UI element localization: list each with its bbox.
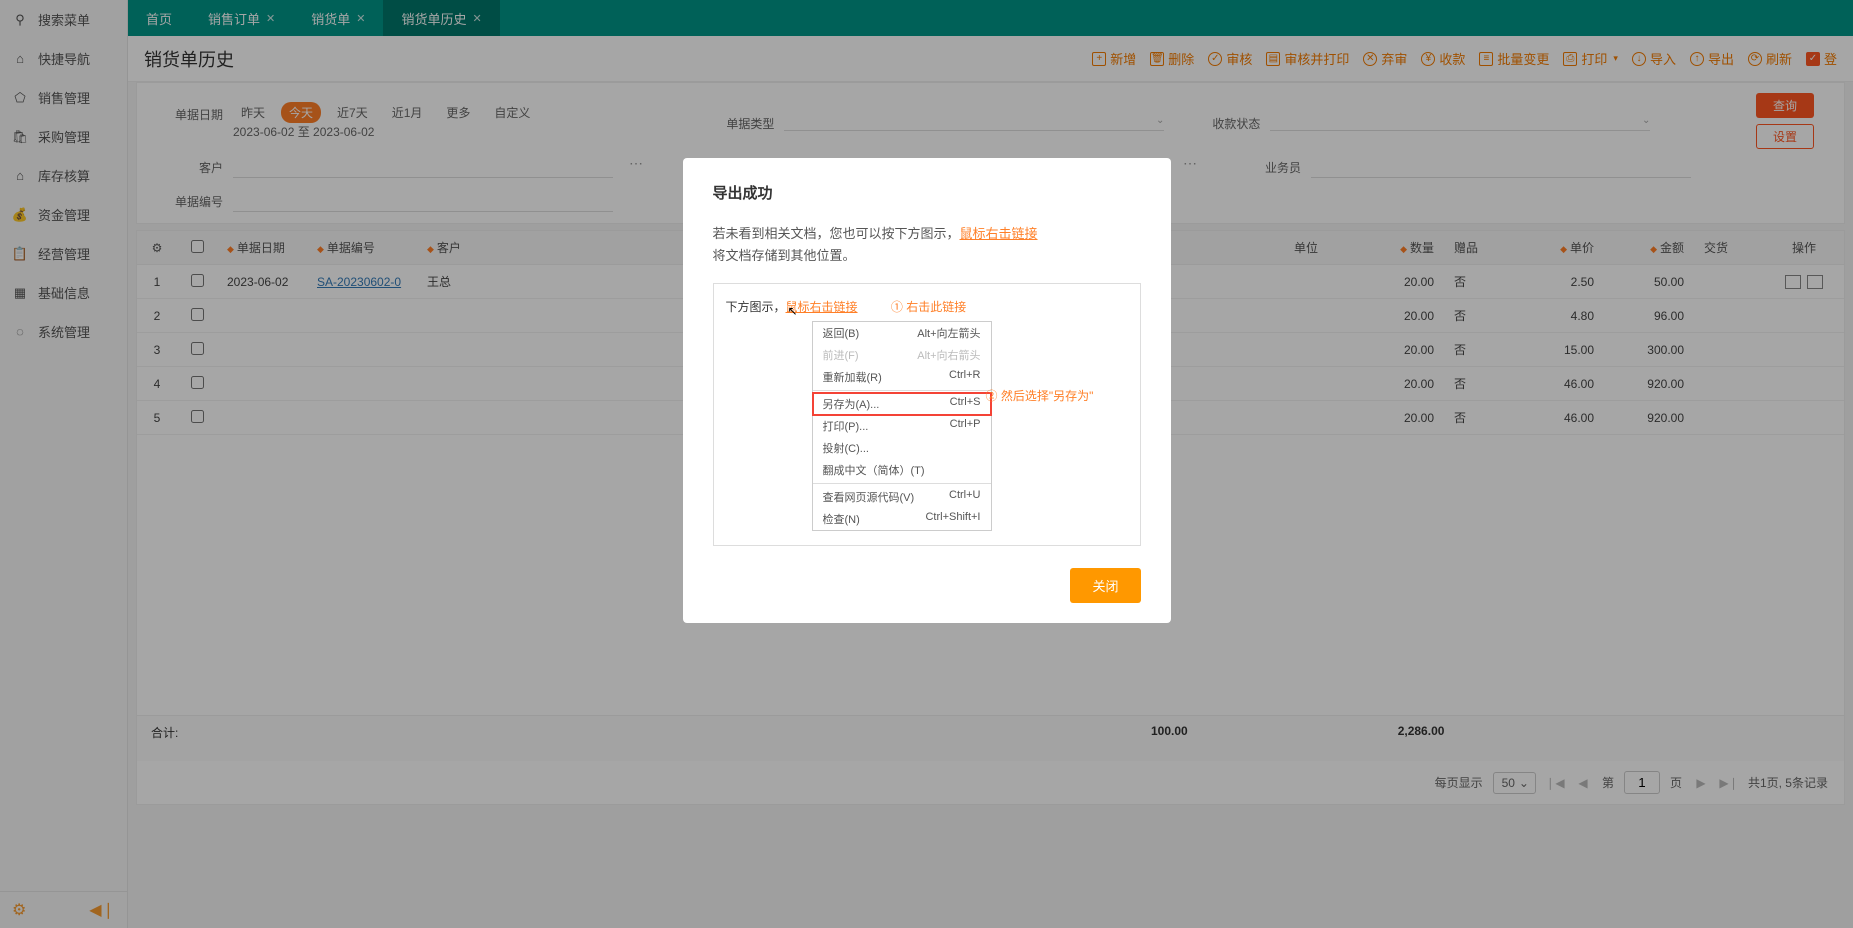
ctx-shortcut: Alt+向左箭头 bbox=[917, 325, 980, 341]
guide-prefix: 下方图示， bbox=[726, 300, 786, 314]
ctx-separator bbox=[813, 483, 991, 484]
ctx-shortcut: Ctrl+R bbox=[949, 369, 980, 385]
ctx-label: 翻成中文（简体）(T) bbox=[823, 462, 925, 478]
close-button[interactable]: 关闭 bbox=[1070, 568, 1140, 603]
ctx-label: 查看网页源代码(V) bbox=[823, 489, 915, 505]
ctx-shortcut: Ctrl+Shift+I bbox=[925, 511, 980, 527]
cursor-icon: ↖ bbox=[788, 304, 798, 318]
ctx-label: 打印(P)... bbox=[823, 418, 869, 434]
ctx-cast: 投射(C)... bbox=[813, 437, 991, 459]
ctx-back: 返回(B) Alt+向左箭头 bbox=[813, 322, 991, 344]
ctx-separator bbox=[813, 390, 991, 391]
guide-top: 下方图示，鼠标右击链接 ① 右击此链接 bbox=[726, 298, 1128, 315]
ctx-forward: 前进(F) Alt+向右箭头 bbox=[813, 344, 991, 366]
modal-text: 若未看到相关文档，您也可以按下方图示，鼠标右击链接 将文档存储到其他位置。 bbox=[713, 223, 1141, 267]
modal-footer: 关闭 bbox=[713, 568, 1141, 603]
hint-2: ② 然后选择"另存为" bbox=[986, 387, 1094, 404]
ctx-label: 检查(N) bbox=[823, 511, 860, 527]
modal-text-part: 若未看到相关文档，您也可以按下方图示， bbox=[713, 226, 960, 241]
ctx-label: 投射(C)... bbox=[823, 440, 869, 456]
context-menu: 返回(B) Alt+向左箭头 前进(F) Alt+向右箭头 重新加载(R) Ctrl+… bbox=[812, 321, 992, 531]
ctx-shortcut: Ctrl+S bbox=[950, 396, 981, 412]
ctx-label: 重新加载(R) bbox=[823, 369, 882, 385]
ctx-shortcut: Ctrl+U bbox=[949, 489, 980, 505]
ctx-label: 另存为(A)... bbox=[823, 396, 880, 412]
ctx-translate: 翻成中文（简体）(T) bbox=[813, 459, 991, 481]
ctx-reload: 重新加载(R) Ctrl+R bbox=[813, 366, 991, 388]
ctx-shortcut: Alt+向右箭头 bbox=[917, 347, 980, 363]
ctx-saveas: 另存为(A)... Ctrl+S bbox=[813, 393, 991, 415]
modal-title: 导出成功 bbox=[713, 182, 1141, 203]
ctx-inspect: 检查(N) Ctrl+Shift+I bbox=[813, 508, 991, 530]
hint-1: ① 右击此链接 bbox=[891, 300, 966, 314]
modal-overlay: 导出成功 若未看到相关文档，您也可以按下方图示，鼠标右击链接 将文档存储到其他位… bbox=[0, 0, 1853, 928]
right-click-link[interactable]: 鼠标右击链接 bbox=[960, 226, 1038, 241]
ctx-shortcut: Ctrl+P bbox=[950, 418, 981, 434]
ctx-viewsource: 查看网页源代码(V) Ctrl+U bbox=[813, 486, 991, 508]
export-success-modal: 导出成功 若未看到相关文档，您也可以按下方图示，鼠标右击链接 将文档存储到其他位… bbox=[683, 158, 1171, 623]
ctx-label: 前进(F) bbox=[823, 347, 859, 363]
modal-text-part: 将文档存储到其他位置。 bbox=[713, 248, 856, 263]
guide-box: 下方图示，鼠标右击链接 ① 右击此链接 ↖ 返回(B) Alt+向左箭头 前进(F… bbox=[713, 283, 1141, 546]
ctx-label: 返回(B) bbox=[823, 325, 860, 341]
ctx-print: 打印(P)... Ctrl+P bbox=[813, 415, 991, 437]
